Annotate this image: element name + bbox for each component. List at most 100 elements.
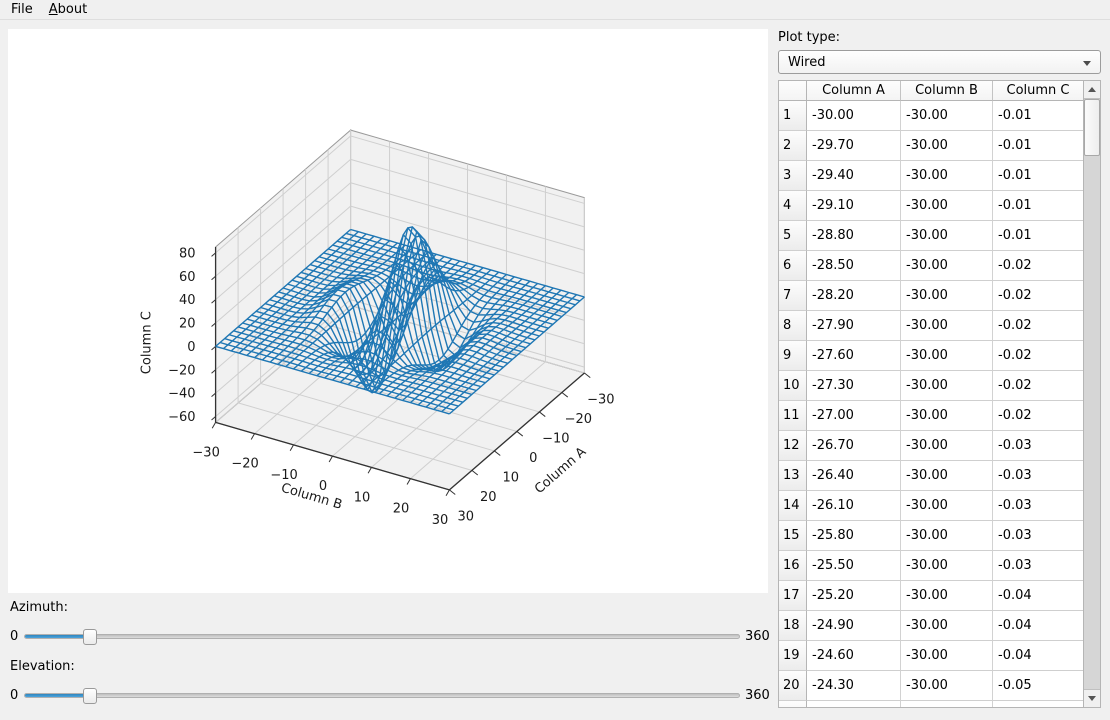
row-header[interactable]: 19 (779, 641, 807, 671)
cell-column-b[interactable]: -30.00 (901, 671, 993, 701)
cell-column-b[interactable]: -30.00 (901, 281, 993, 311)
cell-column-a[interactable]: -28.80 (807, 221, 901, 251)
cell-column-b[interactable]: -30.00 (901, 461, 993, 491)
cell-column-a[interactable]: -24.30 (807, 671, 901, 701)
row-header[interactable]: 16 (779, 551, 807, 581)
cell-column-a[interactable]: -29.10 (807, 191, 901, 221)
cell-column-a[interactable]: -30.00 (807, 101, 901, 131)
azimuth-slider[interactable] (24, 634, 740, 639)
table-row[interactable]: 16-25.50-30.00-0.03 (779, 551, 1100, 581)
row-header[interactable]: 20 (779, 671, 807, 701)
table-row[interactable]: 8-27.90-30.00-0.02 (779, 311, 1100, 341)
cell-column-b[interactable]: -30.00 (901, 521, 993, 551)
cell-column-a[interactable]: -29.40 (807, 161, 901, 191)
cell-column-b[interactable]: -30.00 (901, 131, 993, 161)
cell-column-a[interactable]: -27.90 (807, 311, 901, 341)
column-header-b[interactable]: Column B (901, 81, 993, 101)
cell-column-c[interactable]: -0.02 (993, 251, 1084, 281)
row-header[interactable]: 12 (779, 431, 807, 461)
cell-column-a[interactable]: -24.60 (807, 641, 901, 671)
plot-figure[interactable]: −30−20−100102030−30−20−100102030−60−40−2… (8, 29, 768, 593)
cell-column-b[interactable]: -30.00 (901, 491, 993, 521)
cell-column-a[interactable] (807, 701, 901, 708)
cell-column-c[interactable]: -0.03 (993, 461, 1084, 491)
row-header[interactable]: 6 (779, 251, 807, 281)
menu-file[interactable]: File (3, 1, 41, 18)
elevation-slider-handle[interactable] (83, 688, 97, 704)
cell-column-a[interactable]: -28.50 (807, 251, 901, 281)
cell-column-a[interactable]: -29.70 (807, 131, 901, 161)
cell-column-a[interactable]: -26.10 (807, 491, 901, 521)
plot-3d-canvas[interactable]: −30−20−100102030−30−20−100102030−60−40−2… (8, 29, 768, 593)
cell-column-b[interactable]: -30.00 (901, 101, 993, 131)
row-header[interactable]: 10 (779, 371, 807, 401)
row-header[interactable]: 8 (779, 311, 807, 341)
cell-column-a[interactable]: -25.80 (807, 521, 901, 551)
row-header[interactable]: 18 (779, 611, 807, 641)
cell-column-b[interactable]: -30.00 (901, 551, 993, 581)
cell-column-c[interactable]: -0.01 (993, 161, 1084, 191)
cell-column-a[interactable]: -24.90 (807, 611, 901, 641)
cell-column-b[interactable]: -30.00 (901, 641, 993, 671)
table-row[interactable]: 13-26.40-30.00-0.03 (779, 461, 1100, 491)
row-header[interactable]: 1 (779, 101, 807, 131)
row-header[interactable]: 15 (779, 521, 807, 551)
row-header[interactable]: 11 (779, 401, 807, 431)
table-row[interactable]: 18-24.90-30.00-0.04 (779, 611, 1100, 641)
table-row[interactable]: 12-26.70-30.00-0.03 (779, 431, 1100, 461)
cell-column-c[interactable]: -0.02 (993, 281, 1084, 311)
table-row[interactable] (779, 701, 1100, 708)
cell-column-c[interactable]: -0.04 (993, 641, 1084, 671)
cell-column-a[interactable]: -27.60 (807, 341, 901, 371)
cell-column-c[interactable]: -0.02 (993, 371, 1084, 401)
column-header-a[interactable]: Column A (807, 81, 901, 101)
table-row[interactable]: 19-24.60-30.00-0.04 (779, 641, 1100, 671)
table-row[interactable]: 7-28.20-30.00-0.02 (779, 281, 1100, 311)
table-row[interactable]: 3-29.40-30.00-0.01 (779, 161, 1100, 191)
table-row[interactable]: 1-30.00-30.00-0.01 (779, 101, 1100, 131)
row-header[interactable]: 13 (779, 461, 807, 491)
table-row[interactable]: 17-25.20-30.00-0.04 (779, 581, 1100, 611)
cell-column-b[interactable]: -30.00 (901, 161, 993, 191)
scrollbar-up-button[interactable] (1084, 81, 1100, 99)
table-row[interactable]: 5-28.80-30.00-0.01 (779, 221, 1100, 251)
scrollbar-thumb[interactable] (1084, 99, 1100, 156)
cell-column-b[interactable]: -30.00 (901, 371, 993, 401)
cell-column-b[interactable]: -30.00 (901, 431, 993, 461)
table-row[interactable]: 2-29.70-30.00-0.01 (779, 131, 1100, 161)
cell-column-c[interactable]: -0.02 (993, 311, 1084, 341)
cell-column-b[interactable]: -30.00 (901, 581, 993, 611)
cell-column-a[interactable]: -27.30 (807, 371, 901, 401)
cell-column-c[interactable]: -0.01 (993, 101, 1084, 131)
elevation-slider[interactable] (24, 693, 740, 698)
corner-header-cell[interactable] (779, 81, 807, 101)
cell-column-c[interactable]: -0.01 (993, 131, 1084, 161)
row-header[interactable]: 3 (779, 161, 807, 191)
cell-column-a[interactable]: -27.00 (807, 401, 901, 431)
table-row[interactable]: 11-27.00-30.00-0.02 (779, 401, 1100, 431)
row-header[interactable] (779, 701, 807, 708)
cell-column-a[interactable]: -26.40 (807, 461, 901, 491)
cell-column-a[interactable]: -28.20 (807, 281, 901, 311)
scrollbar-down-button[interactable] (1084, 689, 1100, 707)
row-header[interactable]: 14 (779, 491, 807, 521)
cell-column-b[interactable]: -30.00 (901, 251, 993, 281)
row-header[interactable]: 2 (779, 131, 807, 161)
row-header[interactable]: 4 (779, 191, 807, 221)
table-row[interactable]: 14-26.10-30.00-0.03 (779, 491, 1100, 521)
row-header[interactable]: 5 (779, 221, 807, 251)
row-header[interactable]: 17 (779, 581, 807, 611)
cell-column-c[interactable]: -0.04 (993, 611, 1084, 641)
cell-column-a[interactable]: -26.70 (807, 431, 901, 461)
cell-column-c[interactable]: -0.01 (993, 191, 1084, 221)
table-row[interactable]: 10-27.30-30.00-0.02 (779, 371, 1100, 401)
cell-column-b[interactable]: -30.00 (901, 311, 993, 341)
cell-column-c[interactable]: -0.03 (993, 551, 1084, 581)
azimuth-slider-handle[interactable] (83, 629, 97, 645)
cell-column-b[interactable]: -30.00 (901, 401, 993, 431)
cell-column-c[interactable]: -0.03 (993, 431, 1084, 461)
cell-column-b[interactable]: -30.00 (901, 221, 993, 251)
table-row[interactable]: 9-27.60-30.00-0.02 (779, 341, 1100, 371)
cell-column-b[interactable] (901, 701, 993, 708)
cell-column-c[interactable]: -0.02 (993, 341, 1084, 371)
